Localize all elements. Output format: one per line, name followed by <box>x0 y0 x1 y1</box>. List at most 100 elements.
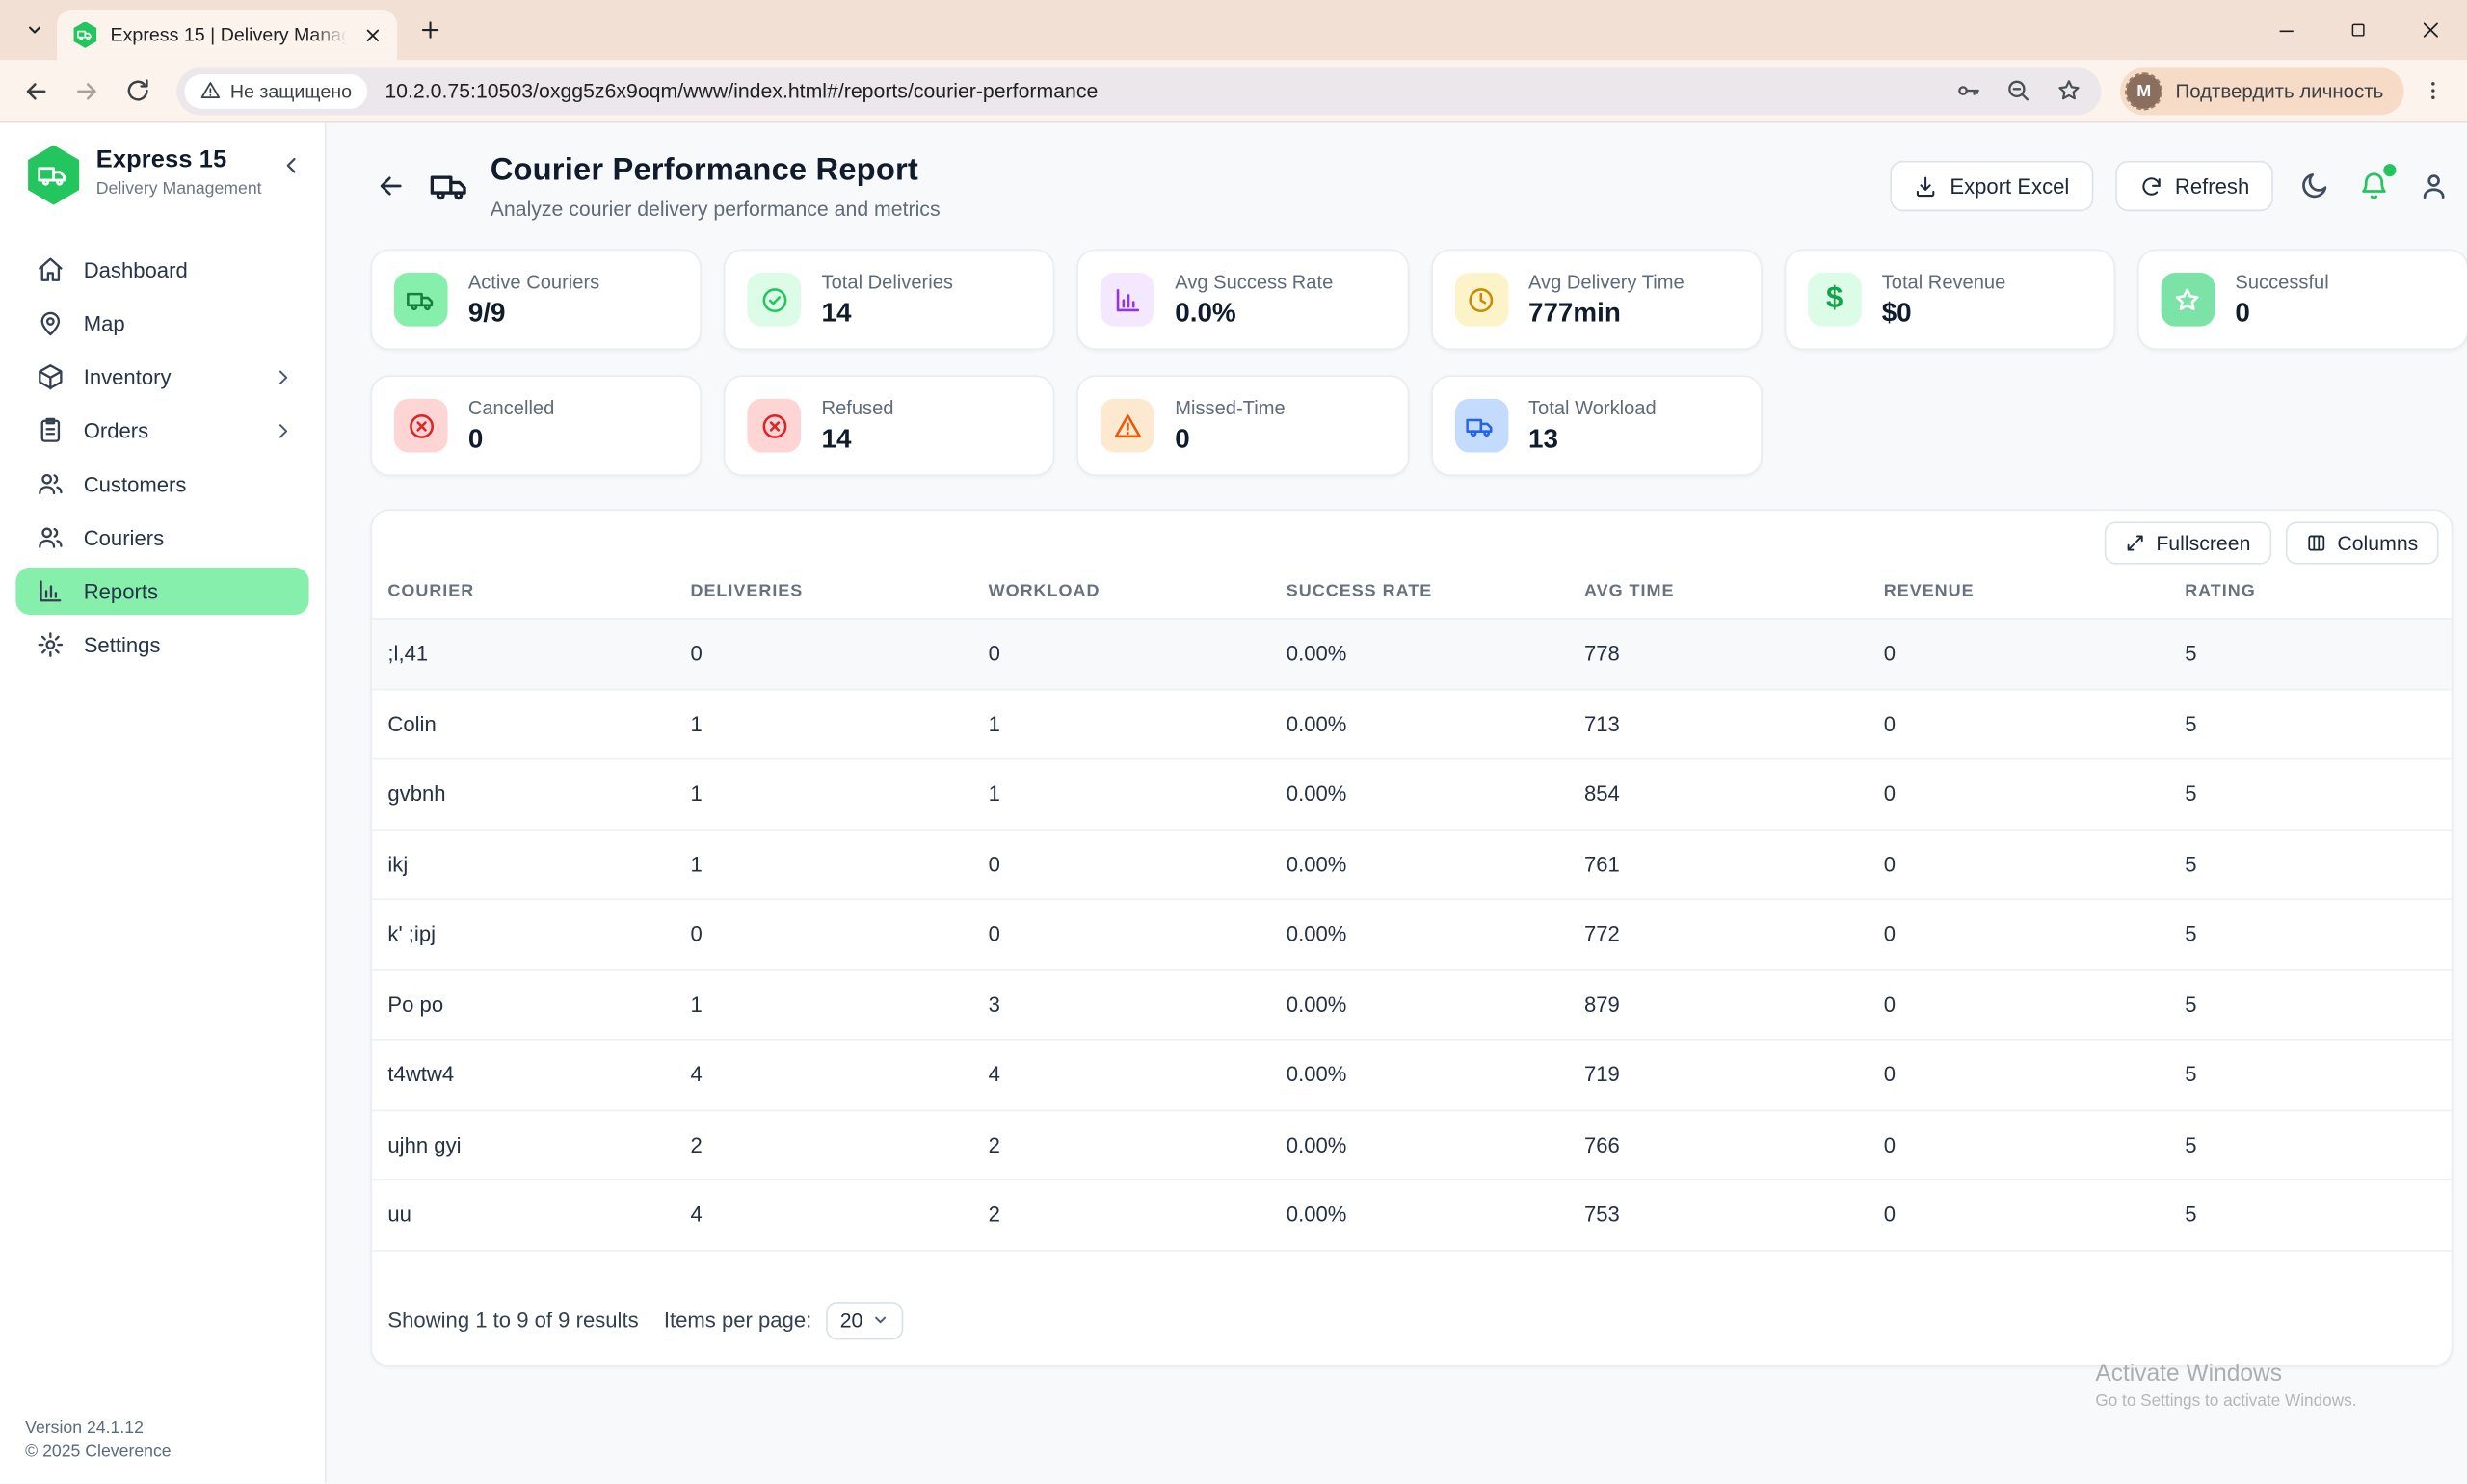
sidebar-collapse-button[interactable] <box>280 154 303 176</box>
arrow-left-icon <box>380 176 402 196</box>
person-icon <box>2423 174 2445 199</box>
chevron-right-icon <box>273 366 293 386</box>
notifications-button[interactable] <box>2355 164 2397 204</box>
export-excel-button[interactable]: Export Excel <box>1890 160 2093 212</box>
chevron-down-icon <box>872 1312 889 1329</box>
items-per-page-select[interactable]: 20 <box>825 1301 904 1339</box>
cell-rating: 5 <box>2185 1203 2197 1228</box>
app-window: Express 15 Delivery Management Dashboard… <box>0 122 2467 1484</box>
stat-card-total-deliveries: Total Deliveries 14 <box>724 249 1055 351</box>
sidebar-item-dashboard[interactable]: Dashboard <box>15 246 308 293</box>
sidebar: Express 15 Delivery Management Dashboard… <box>0 122 327 1484</box>
stat-label: Cancelled <box>467 396 555 419</box>
x-circle-icon <box>747 398 802 453</box>
new-tab-button[interactable] <box>410 10 451 51</box>
cell-workload: 4 <box>988 1062 1000 1087</box>
key-icon[interactable] <box>1954 77 1981 104</box>
page-back-button[interactable] <box>370 166 411 207</box>
screen: Express 15 | Delivery Managem <box>0 0 2467 1484</box>
sidebar-item-couriers[interactable]: Couriers <box>15 514 308 561</box>
columns-button[interactable]: Columns <box>2285 521 2439 565</box>
users-icon <box>37 469 65 497</box>
stat-label: Active Couriers <box>467 270 600 293</box>
stat-label: Total Revenue <box>1881 270 2006 293</box>
column-header-courier: COURIER <box>387 581 475 601</box>
cell-deliveries: 1 <box>690 993 703 1017</box>
stat-card-refused: Refused 14 <box>724 375 1055 477</box>
arrow-right-icon <box>77 82 96 99</box>
cell-courier: ;l,41 <box>387 642 429 666</box>
cell-workload: 1 <box>988 782 1000 807</box>
cell-courier: Colin <box>387 711 437 736</box>
stats-row-2: Cancelled 0 Refused 14 Missed-Time 0 Tot… <box>370 375 2453 477</box>
copyright: © 2025 Cleverence <box>25 1442 172 1462</box>
zoom-out-icon[interactable] <box>2005 77 2032 104</box>
tab-title: Express 15 | Delivery Managem <box>110 23 347 46</box>
bookmark-star-icon[interactable] <box>2056 77 2082 104</box>
table-row[interactable]: Colin 1 1 0.00% 713 0 5 <box>372 690 2452 760</box>
chevron-left-icon <box>286 157 296 173</box>
table-row[interactable]: k' ;ipj 0 0 0.00% 772 0 5 <box>372 900 2452 970</box>
sidebar-item-settings[interactable]: Settings <box>15 621 308 668</box>
table-row[interactable]: ujhn gyi 2 2 0.00% 766 0 5 <box>372 1110 2452 1181</box>
sidebar-item-orders[interactable]: Orders <box>15 407 308 454</box>
fullscreen-label: Fullscreen <box>2156 531 2251 555</box>
address-bar[interactable]: Не защищено 10.2.0.75:10503/oxgg5z6x9oqm… <box>176 66 2102 115</box>
table-row[interactable]: t4wtw4 4 4 0.00% 719 0 5 <box>372 1041 2452 1111</box>
forward-button[interactable] <box>66 70 108 112</box>
cell-avg-time: 761 <box>1583 852 1620 877</box>
export-excel-label: Export Excel <box>1950 173 2070 199</box>
refresh-button[interactable]: Refresh <box>2114 160 2273 212</box>
tab-close-icon[interactable] <box>359 22 385 47</box>
verify-identity-button[interactable]: M Подтвердить личность <box>2120 66 2404 115</box>
close-window-button[interactable] <box>2395 0 2467 60</box>
browser-menu-button[interactable] <box>2413 70 2451 112</box>
notification-dot <box>2383 164 2397 177</box>
table-row[interactable]: uu 4 2 0.00% 753 0 5 <box>372 1180 2452 1251</box>
cell-revenue: 0 <box>1883 642 1897 666</box>
fullscreen-button[interactable]: Fullscreen <box>2104 521 2271 565</box>
sidebar-item-label: Settings <box>83 632 161 657</box>
stat-value: $0 <box>1881 297 1912 328</box>
maximize-button[interactable] <box>2322 0 2395 60</box>
table-row[interactable]: gvbnh 1 1 0.00% 854 0 5 <box>372 759 2452 831</box>
truck-icon <box>1454 398 1508 453</box>
security-chip[interactable]: Не защищено <box>184 73 368 109</box>
report-truck-icon <box>430 166 472 207</box>
dark-mode-toggle[interactable] <box>2295 167 2333 204</box>
stat-label: Missed-Time <box>1175 396 1286 419</box>
minimize-button[interactable] <box>2249 0 2321 60</box>
table-row[interactable]: ikj 1 0 0.00% 761 0 5 <box>372 830 2452 901</box>
cell-deliveries: 1 <box>690 711 703 736</box>
table-row[interactable]: ;l,41 0 0 0.00% 778 0 5 <box>372 619 2452 690</box>
warning-icon <box>200 82 221 99</box>
arrow-left-icon <box>26 82 46 99</box>
app-logo-truck-icon <box>28 145 80 205</box>
user-menu-button[interactable] <box>2415 167 2453 204</box>
reload-icon <box>126 79 147 101</box>
cell-avg-time: 713 <box>1583 711 1620 736</box>
dollar-icon: $ <box>1807 272 1862 327</box>
download-icon <box>1916 175 1935 197</box>
url-text: 10.2.0.75:10503/oxgg5z6x9oqm/www/index.h… <box>385 78 1099 103</box>
sidebar-item-map[interactable]: Map <box>15 300 308 347</box>
table-row[interactable]: Po po 1 3 0.00% 879 0 5 <box>372 970 2452 1041</box>
browser-chrome: Express 15 | Delivery Managem <box>0 0 2467 123</box>
cell-success-rate: 0.00% <box>1286 1132 1347 1157</box>
sidebar-item-customers[interactable]: Customers <box>15 461 308 508</box>
back-button[interactable] <box>15 70 57 112</box>
reload-button[interactable] <box>117 70 158 112</box>
app-subtitle: Delivery Management <box>95 179 262 199</box>
warning-icon <box>1101 398 1155 453</box>
cell-success-rate: 0.00% <box>1286 1203 1347 1228</box>
sidebar-item-reports[interactable]: Reports <box>15 567 309 615</box>
cell-deliveries: 0 <box>690 922 703 946</box>
cell-revenue: 0 <box>1883 1132 1897 1157</box>
sidebar-item-inventory[interactable]: Inventory <box>15 353 308 400</box>
cell-workload: 3 <box>988 993 1000 1017</box>
stat-label: Total Deliveries <box>821 270 953 293</box>
tab-search-button[interactable] <box>13 8 57 52</box>
columns-label: Columns <box>2337 531 2419 555</box>
browser-tab[interactable]: Express 15 | Delivery Managem <box>56 9 398 61</box>
minimize-icon <box>2278 29 2293 32</box>
